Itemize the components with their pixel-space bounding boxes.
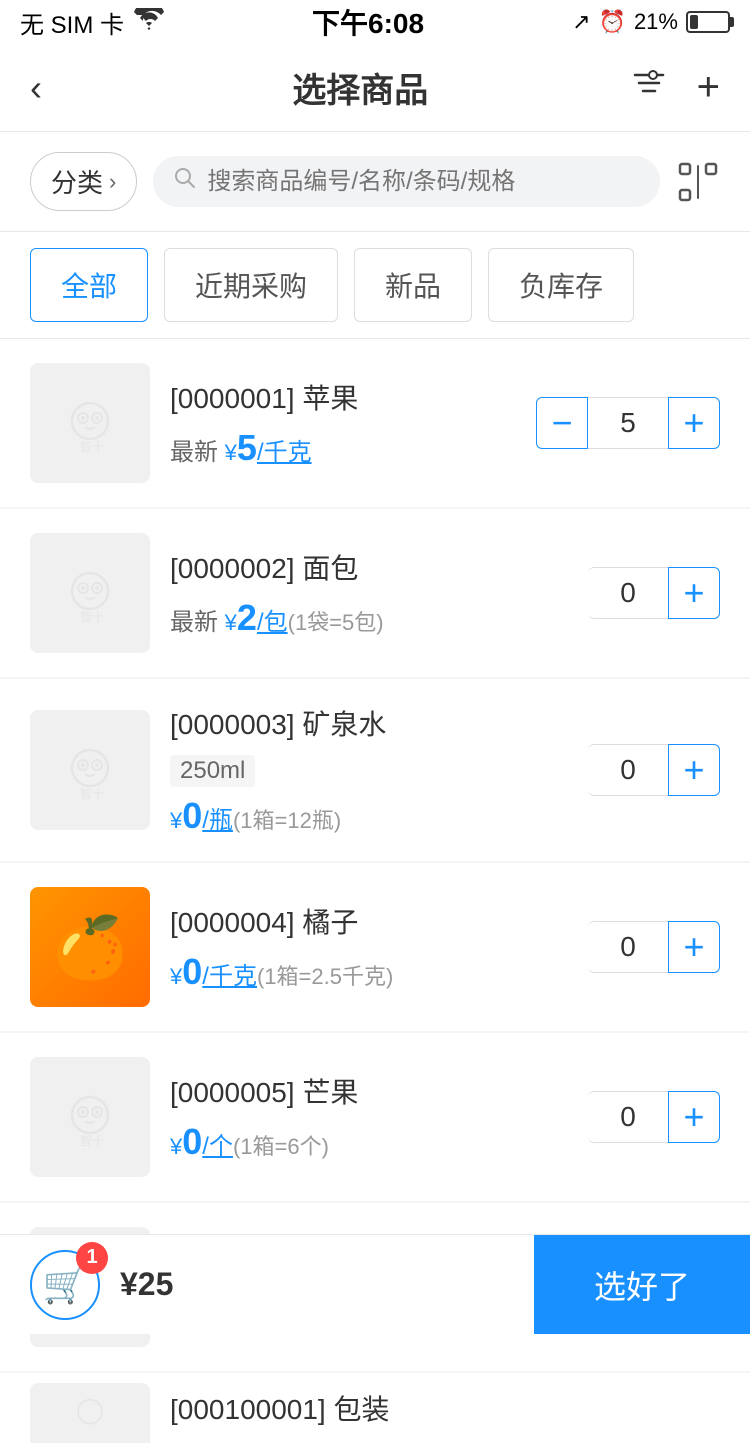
owl-icon: 智十 <box>60 1087 120 1147</box>
cart-icon-wrap[interactable]: 🛒 1 <box>30 1250 100 1320</box>
product-info: [0000005] 芒果 ¥0/个(1箱=6个) <box>170 1071 568 1163</box>
battery-percent: 21% <box>634 9 678 35</box>
quantity-input[interactable] <box>588 921 668 973</box>
svg-text:智十: 智十 <box>80 786 104 800</box>
product-info: [0000001] 苹果 最新 ¥5/千克 <box>170 377 516 469</box>
category-label: 分类 <box>51 163 103 200</box>
product-name: [0000002] 面包 <box>170 547 568 587</box>
product-name: [0000004] 橘子 <box>170 901 568 941</box>
status-left: 无 SIM 卡 <box>20 5 164 40</box>
filter-icon[interactable] <box>631 65 667 110</box>
list-item: 智十 [0000003] 矿泉水 250ml ¥0/瓶(1箱=12瓶) + <box>0 679 750 861</box>
status-right: ↗ ⏰ 21% <box>572 9 730 35</box>
product-price: ¥0/千克(1箱=2.5千克) <box>170 951 568 993</box>
tab-recent[interactable]: 近期采购 <box>164 248 338 322</box>
product-info: [0000003] 矿泉水 250ml ¥0/瓶(1箱=12瓶) <box>170 703 568 837</box>
list-item: 智十 [0000005] 芒果 ¥0/个(1箱=6个) + <box>0 1033 750 1201</box>
product-price: ¥0/瓶(1箱=12瓶) <box>170 795 568 837</box>
list-item: 智十 [0000002] 面包 最新 ¥2/包(1袋=5包) + <box>0 509 750 677</box>
page-title: 选择商品 <box>292 63 428 112</box>
search-icon <box>173 166 197 197</box>
back-button[interactable]: ‹ <box>30 67 90 109</box>
quantity-control: + <box>588 921 720 973</box>
product-image <box>30 1383 150 1443</box>
carrier-text: 无 SIM 卡 <box>20 5 124 40</box>
status-time: 下午6:08 <box>312 2 424 42</box>
location-icon: ↗ <box>572 9 590 35</box>
product-info: [0000002] 面包 最新 ¥2/包(1袋=5包) <box>170 547 568 639</box>
add-icon[interactable]: + <box>697 65 720 110</box>
wifi-icon <box>134 8 164 37</box>
product-image: 智十 <box>30 710 150 830</box>
cart-section: 🛒 1 ¥25 <box>0 1250 534 1320</box>
decrement-button[interactable]: − <box>536 397 588 449</box>
product-price: 最新 ¥5/千克 <box>170 427 516 469</box>
bottom-bar: 🛒 1 ¥25 选好了 <box>0 1234 750 1334</box>
svg-text:智十: 智十 <box>80 1133 104 1147</box>
quantity-control: + <box>588 744 720 796</box>
product-info: [0000004] 橘子 ¥0/千克(1箱=2.5千克) <box>170 901 568 993</box>
product-name: [0000005] 芒果 <box>170 1071 568 1111</box>
svg-text:智十: 智十 <box>80 439 104 453</box>
product-image: 智十 <box>30 1057 150 1177</box>
increment-button[interactable]: + <box>668 921 720 973</box>
product-image: 🍊 <box>30 887 150 1007</box>
quantity-input[interactable] <box>588 744 668 796</box>
svg-text:智十: 智十 <box>80 609 104 623</box>
search-input[interactable] <box>207 168 640 196</box>
search-bar: 分类 › <box>0 132 750 232</box>
quantity-control: + <box>588 567 720 619</box>
product-name: [0000003] 矿泉水 <box>170 703 568 743</box>
search-input-wrap <box>153 156 660 207</box>
product-image: 智十 <box>30 533 150 653</box>
scan-icon[interactable] <box>676 160 720 204</box>
nav-actions: + <box>631 65 720 110</box>
tab-negative-stock[interactable]: 负库存 <box>488 248 634 322</box>
category-button[interactable]: 分类 › <box>30 152 137 211</box>
product-info: [000100001] 包装 <box>170 1388 720 1438</box>
quantity-input[interactable] <box>588 397 668 449</box>
quantity-input[interactable] <box>588 567 668 619</box>
increment-button[interactable]: + <box>668 397 720 449</box>
tab-all[interactable]: 全部 <box>30 248 148 322</box>
increment-button[interactable]: + <box>668 744 720 796</box>
owl-icon: 智十 <box>60 563 120 623</box>
product-name: [0000001] 苹果 <box>170 377 516 417</box>
cart-total: ¥25 <box>120 1266 173 1303</box>
status-bar: 无 SIM 卡 下午6:08 ↗ ⏰ 21% <box>0 0 750 44</box>
product-price: 最新 ¥2/包(1袋=5包) <box>170 597 568 639</box>
owl-icon: 智十 <box>60 393 120 453</box>
chevron-icon: › <box>109 169 116 195</box>
list-item: [000100001] 包装 <box>0 1373 750 1453</box>
list-item: 🍊 [0000004] 橘子 ¥0/千克(1箱=2.5千克) + <box>0 863 750 1031</box>
quantity-control: − + <box>536 397 720 449</box>
filter-tabs: 全部 近期采购 新品 负库存 <box>0 232 750 339</box>
owl-icon: 智十 <box>60 740 120 800</box>
tab-new[interactable]: 新品 <box>354 248 472 322</box>
alarm-icon: ⏰ <box>599 9 626 35</box>
increment-button[interactable]: + <box>668 567 720 619</box>
list-item: 智十 [0000001] 苹果 最新 ¥5/千克 − + <box>0 339 750 507</box>
product-name: [000100001] 包装 <box>170 1388 720 1428</box>
product-image: 智十 <box>30 363 150 483</box>
confirm-button[interactable]: 选好了 <box>534 1235 750 1334</box>
product-price: ¥0/个(1箱=6个) <box>170 1121 568 1163</box>
nav-bar: ‹ 选择商品 + <box>0 44 750 132</box>
quantity-control: + <box>588 1091 720 1143</box>
increment-button[interactable]: + <box>668 1091 720 1143</box>
product-spec: 250ml <box>170 755 255 787</box>
quantity-input[interactable] <box>588 1091 668 1143</box>
cart-badge: 1 <box>76 1242 108 1274</box>
battery-icon <box>686 11 730 33</box>
